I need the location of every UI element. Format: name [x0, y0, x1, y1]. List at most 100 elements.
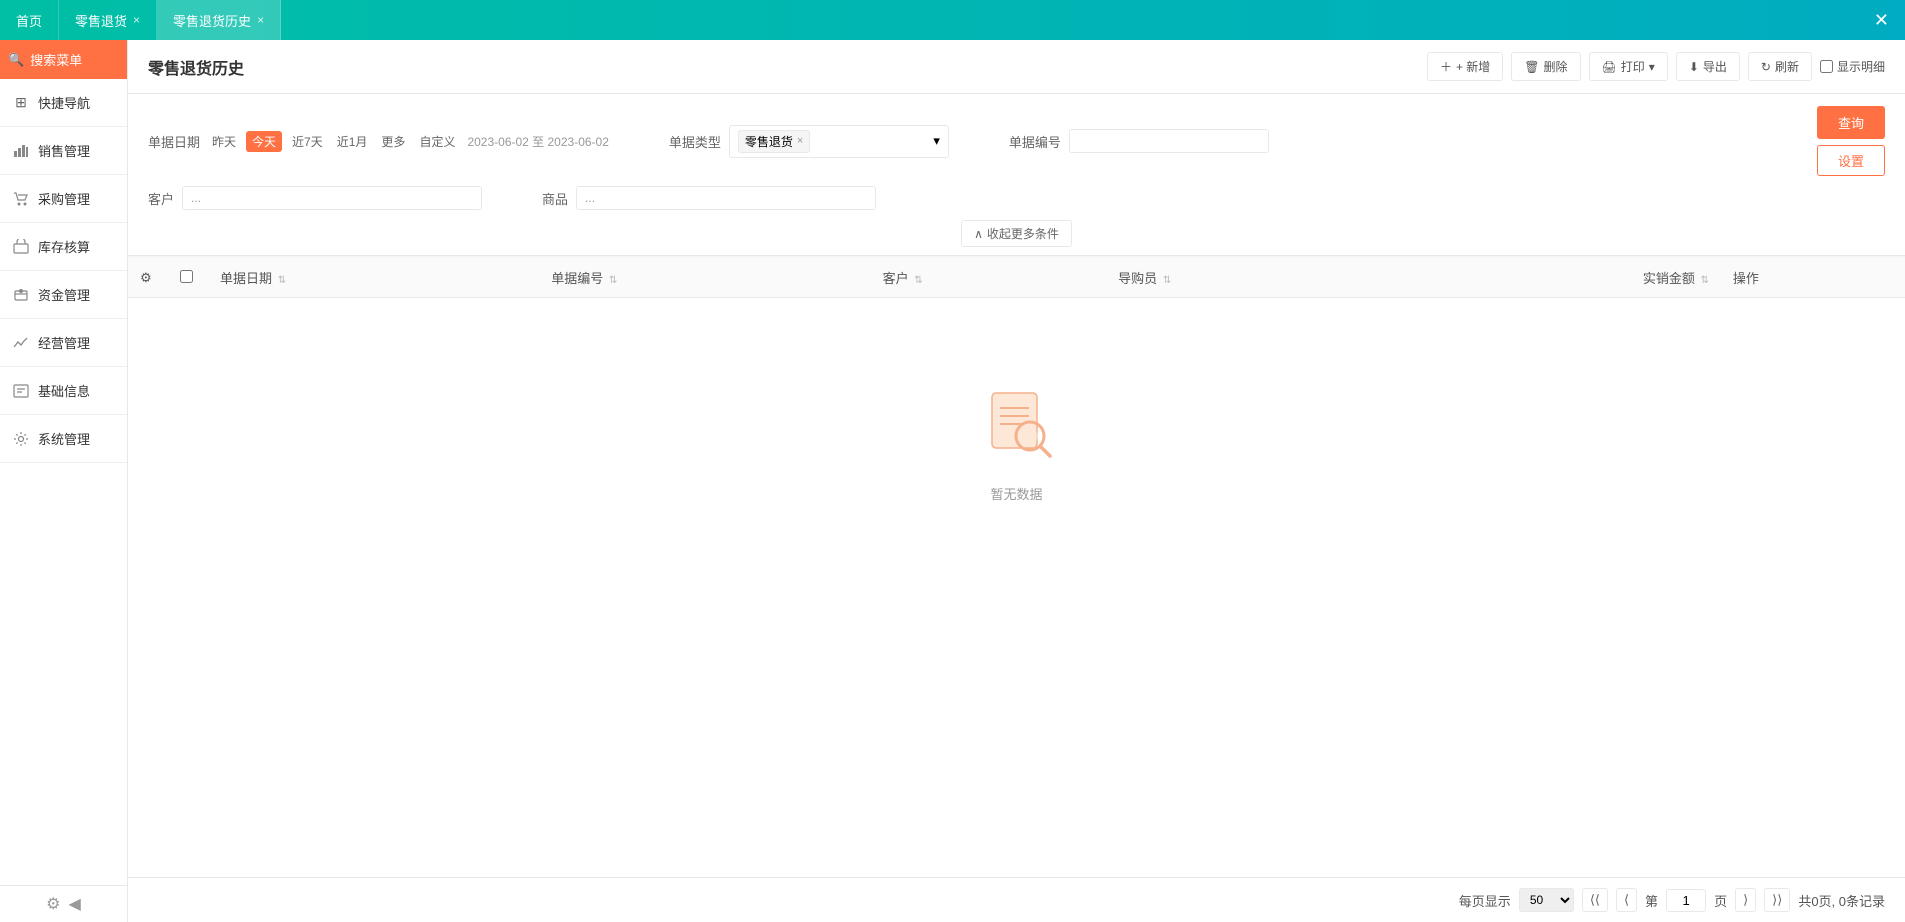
tab-retail-return-history-close[interactable]: ×: [257, 13, 264, 27]
sidebar-item-system[interactable]: 系统管理: [0, 415, 127, 463]
new-button[interactable]: ＋ + 新增: [1427, 52, 1503, 81]
table-header: ⚙ 单据日期 ⇅ 单据编号 ⇅: [128, 258, 1905, 298]
table-body: 暂无数据: [128, 298, 1905, 584]
sidebar-footer: ⚙ ◀: [0, 885, 127, 922]
print-icon: 🖨: [1602, 60, 1617, 74]
th-amount-label: 实销金额: [1643, 271, 1695, 286]
th-date[interactable]: 单据日期 ⇅: [208, 258, 539, 298]
type-tag: 零售退货 ×: [738, 130, 810, 153]
toolbar: ＋ + 新增 🗑 删除 🖨 打印 ▾ ⬇ 导出 ↻: [1427, 52, 1885, 81]
customer-filter-label: 客户: [148, 189, 174, 208]
type-filter-group: 单据类型 零售退货 × ▾: [669, 125, 949, 158]
collapse-icon: ∧: [974, 227, 983, 241]
empty-illustration: [972, 378, 1062, 468]
sidebar-collapse-button[interactable]: ◀: [69, 894, 81, 914]
th-customer-sort: ⇅: [914, 275, 922, 286]
delete-button[interactable]: 🗑 删除: [1511, 52, 1580, 81]
th-guide-sort: ⇅: [1163, 275, 1171, 286]
settings-button[interactable]: 设置: [1817, 145, 1885, 176]
th-date-label: 单据日期: [220, 271, 272, 286]
query-button[interactable]: 查询: [1817, 106, 1885, 139]
filter-row-1: 单据日期 昨天 今天 近7天 近1月 更多 自定义 2023-06-02 至 2…: [148, 106, 1885, 176]
sidebar-item-system-label: 系统管理: [38, 429, 90, 448]
sidebar: 🔍 搜索菜单 ⊞ 快捷导航 销售管理 采购管理: [0, 40, 128, 922]
th-customer[interactable]: 客户 ⇅: [871, 258, 1107, 298]
next-page-button[interactable]: ⟩: [1735, 888, 1756, 912]
type-tag-label: 零售退货: [745, 133, 793, 150]
sidebar-item-purchase[interactable]: 采购管理: [0, 175, 127, 223]
new-icon: ＋: [1440, 58, 1452, 75]
sidebar-item-sales-label: 销售管理: [38, 141, 90, 160]
print-button[interactable]: 🖨 打印 ▾: [1589, 52, 1668, 81]
inventory-icon: [12, 238, 30, 256]
th-number[interactable]: 单据编号 ⇅: [539, 258, 870, 298]
date-opt-custom[interactable]: 自定义: [415, 131, 459, 152]
tab-home[interactable]: 首页: [0, 0, 59, 40]
table-area: ⚙ 单据日期 ⇅ 单据编号 ⇅: [128, 258, 1905, 877]
page-number-input[interactable]: [1666, 889, 1706, 912]
filter-area: 单据日期 昨天 今天 近7天 近1月 更多 自定义 2023-06-02 至 2…: [128, 94, 1905, 256]
date-opt-yesterday[interactable]: 昨天: [208, 131, 240, 152]
th-action: 操作: [1721, 258, 1905, 298]
empty-text: 暂无数据: [990, 484, 1042, 503]
th-guide-label: 导购员: [1118, 271, 1157, 286]
last-page-button[interactable]: ⟩⟩: [1764, 888, 1790, 912]
th-gear[interactable]: ⚙: [128, 258, 168, 298]
purchase-icon: [12, 190, 30, 208]
date-opt-today[interactable]: 今天: [246, 131, 282, 152]
per-page-select[interactable]: 50 10 20 100: [1519, 888, 1574, 912]
query-settings-group: 查询 设置: [1817, 106, 1885, 176]
tab-retail-return[interactable]: 零售退货 ×: [59, 0, 157, 40]
sidebar-item-finance[interactable]: 资金管理: [0, 271, 127, 319]
type-tag-close[interactable]: ×: [797, 135, 803, 147]
page-title: 零售退货历史: [148, 55, 244, 79]
number-input[interactable]: [1069, 129, 1269, 153]
top-bar: 首页 零售退货 × 零售退货历史 × ✕: [0, 0, 1905, 40]
type-filter-label: 单据类型: [669, 132, 721, 151]
show-detail-label: 显示明细: [1837, 58, 1885, 75]
customer-select[interactable]: ...: [182, 186, 482, 210]
th-amount-sort: ⇅: [1701, 275, 1709, 286]
customer-filter-group: 客户 ...: [148, 186, 482, 210]
collapse-row: ∧ 收起更多条件: [148, 220, 1885, 247]
select-all-checkbox[interactable]: [180, 270, 193, 283]
window-close-button[interactable]: ✕: [1858, 10, 1905, 31]
customer-placeholder: ...: [191, 191, 201, 205]
prev-page-button[interactable]: ⟨: [1616, 888, 1637, 912]
collapse-button[interactable]: ∧ 收起更多条件: [961, 220, 1072, 247]
th-amount[interactable]: 实销金额 ⇅: [1390, 258, 1721, 298]
type-select[interactable]: 零售退货 × ▾: [729, 125, 949, 158]
show-detail-checkbox[interactable]: [1820, 60, 1833, 73]
page-header: 零售退货历史 ＋ + 新增 🗑 删除 🖨 打印 ▾ ⬇ 导出: [128, 40, 1905, 94]
tab-retail-return-close[interactable]: ×: [133, 13, 140, 27]
empty-state-cell: 暂无数据: [128, 298, 1905, 584]
goods-filter-label: 商品: [542, 189, 568, 208]
type-select-dropdown: ▾: [933, 133, 940, 149]
goods-select[interactable]: ...: [576, 186, 876, 210]
date-opt-1month[interactable]: 近1月: [333, 131, 372, 152]
export-button[interactable]: ⬇ 导出: [1676, 52, 1740, 81]
delete-icon: 🗑: [1524, 60, 1539, 74]
sidebar-gear-button[interactable]: ⚙: [46, 894, 60, 914]
filter-row-2: 客户 ... 商品 ...: [148, 186, 1885, 210]
date-opt-more[interactable]: 更多: [377, 131, 409, 152]
th-guide[interactable]: 导购员 ⇅: [1106, 258, 1389, 298]
sidebar-search[interactable]: 🔍 搜索菜单: [0, 40, 127, 79]
date-opt-7days[interactable]: 近7天: [288, 131, 327, 152]
data-table: ⚙ 单据日期 ⇅ 单据编号 ⇅: [128, 258, 1905, 583]
refresh-button[interactable]: ↻ 刷新: [1748, 52, 1812, 81]
sidebar-item-sales[interactable]: 销售管理: [0, 127, 127, 175]
first-page-button[interactable]: ⟨⟨: [1582, 888, 1608, 912]
sidebar-item-basic-info[interactable]: 基础信息: [0, 367, 127, 415]
th-check[interactable]: [168, 258, 208, 298]
number-filter-group: 单据编号: [1009, 129, 1269, 153]
page-suffix: 页: [1714, 891, 1727, 910]
basic-info-icon: [12, 382, 30, 400]
export-icon: ⬇: [1689, 60, 1699, 74]
sidebar-item-quick-nav[interactable]: ⊞ 快捷导航: [0, 79, 127, 127]
sidebar-item-operations[interactable]: 经营管理: [0, 319, 127, 367]
tab-retail-return-history-label: 零售退货历史: [173, 11, 251, 30]
tab-list: 首页 零售退货 × 零售退货历史 ×: [0, 0, 1858, 40]
sidebar-item-inventory[interactable]: 库存核算: [0, 223, 127, 271]
tab-retail-return-history[interactable]: 零售退货历史 ×: [157, 0, 281, 40]
